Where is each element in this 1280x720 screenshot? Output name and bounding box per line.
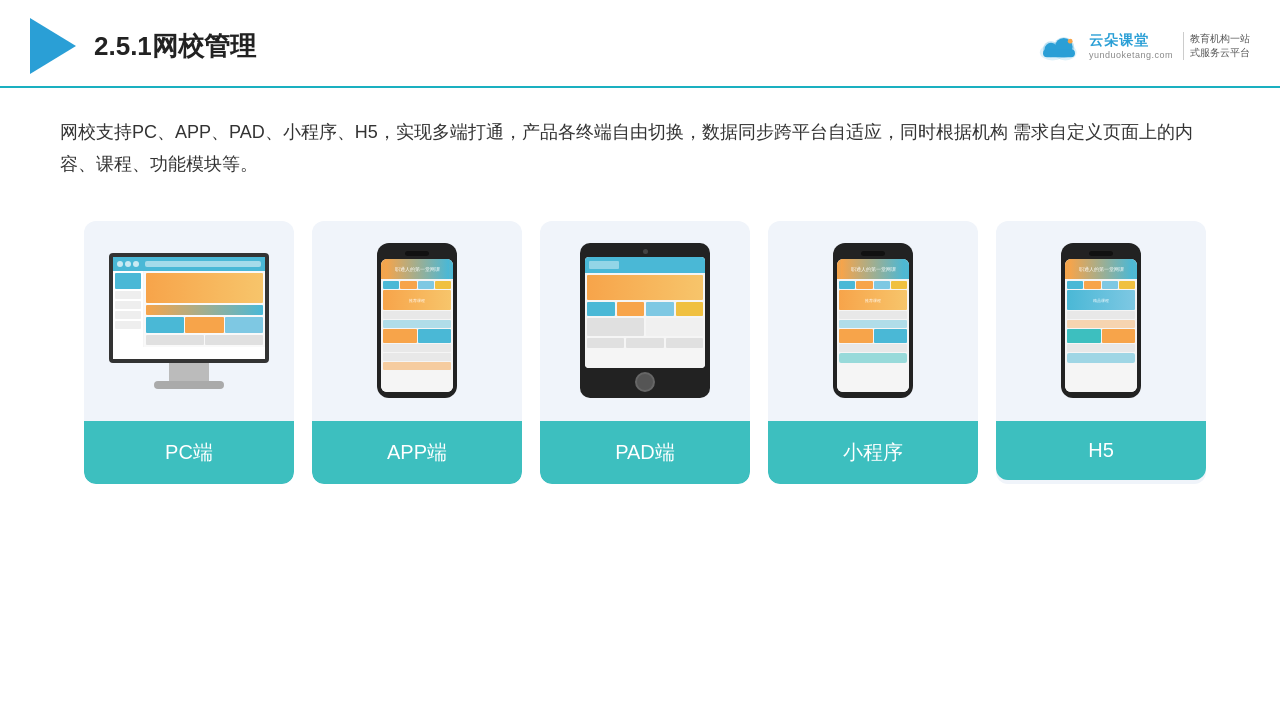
brand-logo: 云朵课堂 yunduoketang.com 教育机构一站式服务云平台 <box>1035 30 1250 62</box>
phone-mockup-h5: 职通人的第一堂网课 精品课程 <box>1061 243 1141 398</box>
card-pc: PC端 <box>84 221 294 484</box>
platform-cards: PC端 职通人的第一堂网课 <box>0 191 1280 514</box>
brand-slogan: 教育机构一站式服务云平台 <box>1183 32 1250 60</box>
card-miniapp: 职通人的第一堂网课 推荐课程 <box>768 221 978 484</box>
tablet-mockup <box>580 243 710 398</box>
svg-rect-6 <box>1043 49 1075 57</box>
phone-mockup-app: 职通人的第一堂网课 推荐课程 <box>377 243 457 398</box>
brand-url: yunduoketang.com <box>1089 50 1173 60</box>
card-pad: PAD端 <box>540 221 750 484</box>
card-pad-image <box>540 221 750 421</box>
card-miniapp-label: 小程序 <box>768 421 978 484</box>
header-left: 2.5.1网校管理 <box>30 18 256 74</box>
monitor-screen <box>109 253 269 363</box>
card-app: 职通人的第一堂网课 推荐课程 <box>312 221 522 484</box>
logo-triangle-icon <box>30 18 76 74</box>
card-app-image: 职通人的第一堂网课 推荐课程 <box>312 221 522 421</box>
monitor-mockup <box>109 253 269 389</box>
page-title: 2.5.1网校管理 <box>94 29 256 64</box>
card-h5-label: H5 <box>996 421 1206 480</box>
page-header: 2.5.1网校管理 云朵课堂 yunduoketang.com 教育机构一站式服… <box>0 0 1280 88</box>
description-content: 网校支持PC、APP、PAD、小程序、H5，实现多端打通，产品各终端自由切换，数… <box>60 122 1193 174</box>
card-miniapp-image: 职通人的第一堂网课 推荐课程 <box>768 221 978 421</box>
card-pc-image <box>84 221 294 421</box>
brand-name: 云朵课堂 <box>1089 32 1149 50</box>
brand-text: 云朵课堂 yunduoketang.com <box>1089 32 1173 60</box>
cloud-icon <box>1035 30 1083 62</box>
description-text: 网校支持PC、APP、PAD、小程序、H5，实现多端打通，产品各终端自由切换，数… <box>0 88 1280 191</box>
card-pc-label: PC端 <box>84 421 294 484</box>
card-app-label: APP端 <box>312 421 522 484</box>
card-h5-image: 职通人的第一堂网课 精品课程 <box>996 221 1206 421</box>
card-h5: 职通人的第一堂网课 精品课程 <box>996 221 1206 484</box>
card-pad-label: PAD端 <box>540 421 750 484</box>
phone-mockup-miniapp: 职通人的第一堂网课 推荐课程 <box>833 243 913 398</box>
